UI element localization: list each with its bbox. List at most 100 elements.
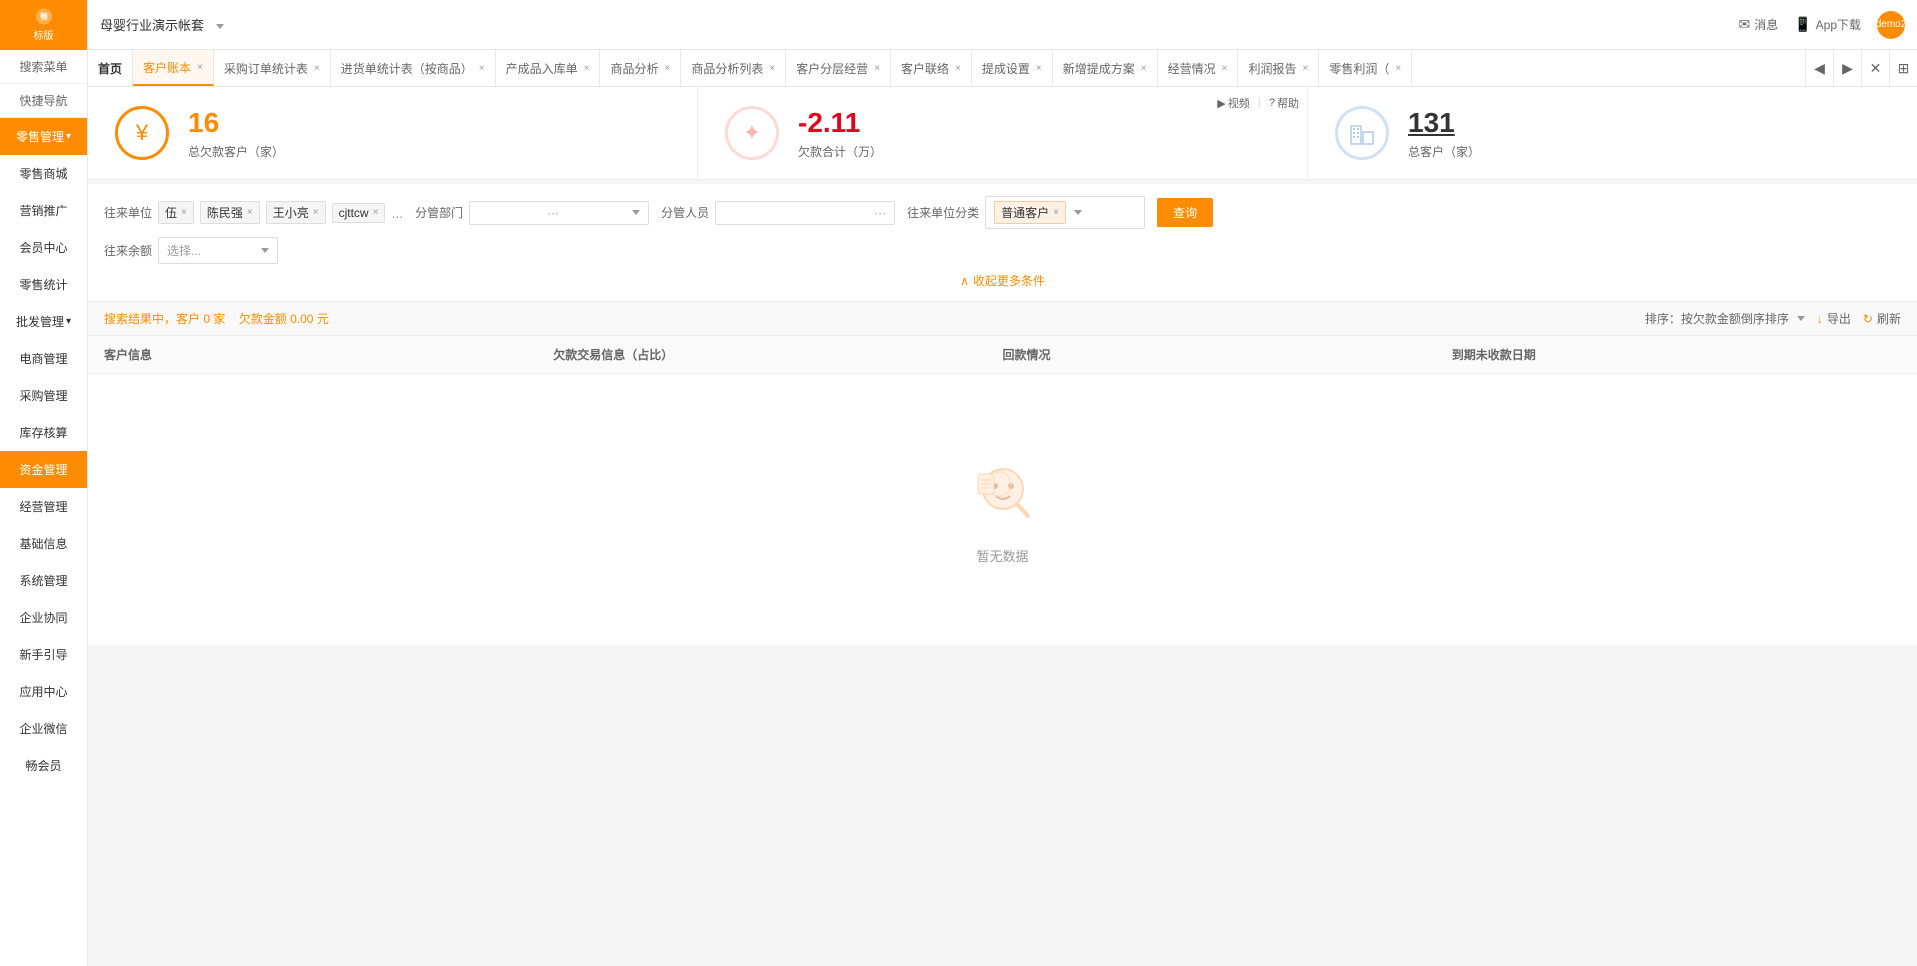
tab-close-operation-status[interactable]: × (1222, 63, 1228, 74)
refresh-button[interactable]: ↻ 刷新 (1863, 310, 1901, 327)
dept-filter-label: 分管部门 (415, 204, 463, 221)
sidebar-item-system-mgmt[interactable]: 系统管理 (0, 562, 87, 599)
sort-selector[interactable]: 排序：按欠款金额倒序排序 (1645, 310, 1805, 327)
sidebar-item-retail-mgmt[interactable]: 零售管理 ▾ (0, 118, 87, 155)
unit-tag-4[interactable]: cjttcw × (332, 203, 386, 223)
tab-purchase-stats-by-product[interactable]: 进货单统计表（按商品） × (331, 50, 496, 86)
unit-tags-more[interactable]: ... (391, 205, 403, 221)
unit-tag-1-close[interactable]: × (181, 207, 187, 218)
tab-close-product-in-stock[interactable]: × (584, 63, 590, 74)
account-selector[interactable]: 母婴行业演示帐套 (100, 15, 204, 34)
sidebar-item-retail-stats[interactable]: 零售统计 (0, 266, 87, 303)
tab-close-product-analysis-list[interactable]: × (769, 63, 775, 74)
user-profile[interactable]: demo2 (1877, 11, 1905, 39)
empty-illustration (963, 454, 1043, 534)
tab-profit-report[interactable]: 利润报告 × (1238, 50, 1319, 86)
app-download-button[interactable]: 📱 App下载 (1794, 16, 1861, 33)
tab-close-profit-report[interactable]: × (1302, 63, 1308, 74)
collapse-filters-button[interactable]: ∧ 收起更多条件 (104, 272, 1901, 289)
unit-tag-4-close[interactable]: × (373, 207, 379, 218)
avatar: demo2 (1877, 11, 1905, 39)
tab-customer-segment[interactable]: 客户分层经营 × (786, 50, 891, 86)
tab-purchase-order-stats[interactable]: 采购订单统计表 × (214, 50, 331, 86)
sidebar-item-wholesale-mgmt[interactable]: 批发管理 ▾ (0, 303, 87, 340)
dept-select[interactable]: ··· (469, 201, 649, 225)
sidebar-item-new-guide[interactable]: 新手引导 (0, 636, 87, 673)
sidebar-item-ecommerce[interactable]: 电商管理 (0, 340, 87, 377)
tab-close-customer-contact[interactable]: × (955, 63, 961, 74)
tab-close-purchase-order-stats[interactable]: × (314, 63, 320, 74)
help-link[interactable]: ? 帮助 (1269, 95, 1299, 111)
unit-tag-3-close[interactable]: × (313, 207, 319, 218)
person-select-dots: ··· (874, 206, 886, 220)
tab-operation-status[interactable]: 经营情况 × (1158, 50, 1239, 86)
sidebar-item-member-center[interactable]: 会员中心 (0, 229, 87, 266)
help-icon: ? (1269, 97, 1275, 109)
person-select[interactable]: ··· (715, 201, 895, 225)
account-selector-arrow[interactable] (212, 18, 224, 32)
tab-retail-profit[interactable]: 零售利润（ × (1319, 50, 1412, 86)
tab-customer-ledger[interactable]: 客户账本 × (133, 50, 214, 86)
tab-home[interactable]: 首页 (88, 50, 133, 86)
unit-type-select[interactable]: 普通客户 × (985, 196, 1145, 229)
unit-tag-1[interactable]: 伍 × (158, 201, 194, 224)
person-filter-label: 分管人员 (661, 204, 709, 221)
credit-amount-number: -2.11 (798, 107, 882, 139)
tab-close-purchase-stats-by-product[interactable]: × (479, 63, 485, 74)
play-icon: ▶ (1217, 97, 1225, 110)
message-button[interactable]: ✉ 消息 (1738, 16, 1778, 33)
sidebar-item-capital-mgmt[interactable]: 资金管理 (0, 451, 87, 488)
sidebar-item-app-center[interactable]: 应用中心 (0, 673, 87, 710)
sidebar-item-purchase[interactable]: 采购管理 (0, 377, 87, 414)
sidebar-item-marketing[interactable]: 营销推广 (0, 192, 87, 229)
tab-close-retail-profit[interactable]: × (1395, 63, 1401, 74)
sidebar-item-enterprise-coop[interactable]: 企业协同 (0, 599, 87, 636)
tab-close-product-analysis[interactable]: × (664, 63, 670, 74)
tab-product-analysis-list[interactable]: 商品分析列表 × (681, 50, 786, 86)
tab-close-customer-ledger[interactable]: × (197, 62, 203, 73)
video-link[interactable]: ▶ 视频 (1217, 95, 1249, 111)
tab-close-all-button[interactable]: ✕ (1861, 50, 1889, 86)
tab-close-new-reminder-plan[interactable]: × (1141, 63, 1147, 74)
sidebar-item-retail-mall[interactable]: 零售商城 (0, 155, 87, 192)
sidebar-item-vip-member[interactable]: 畅会员 (0, 747, 87, 784)
tab-product-analysis[interactable]: 商品分析 × (600, 50, 681, 86)
tab-reminder-settings[interactable]: 提成设置 × (972, 50, 1053, 86)
refresh-icon: ↻ (1863, 312, 1873, 326)
remainder-select[interactable]: 选择... (158, 237, 278, 264)
col-repayment: 回款情况 (1003, 346, 1452, 363)
unit-filter: 往来单位 伍 × 陈民强 × 王小亮 × (104, 201, 403, 224)
person-filter: 分管人员 ··· (661, 201, 895, 225)
unit-type-tag-close[interactable]: × (1053, 207, 1059, 218)
tab-prev-button[interactable]: ◀ (1805, 50, 1833, 86)
sidebar-item-operation-mgmt[interactable]: 经营管理 (0, 488, 87, 525)
tab-close-reminder-settings[interactable]: × (1036, 63, 1042, 74)
sidebar-item-basic-info[interactable]: 基础信息 (0, 525, 87, 562)
message-icon: ✉ (1738, 16, 1750, 33)
unit-tag-2[interactable]: 陈民强 × (200, 201, 260, 224)
sidebar-item-quick-nav[interactable]: 快捷导航 (0, 84, 87, 118)
tab-customer-contact[interactable]: 客户联络 × (891, 50, 972, 86)
credit-amount-label: 欠款合计（万） (798, 143, 882, 160)
query-button[interactable]: 查询 (1157, 198, 1213, 227)
page-content: ¥ 16 总欠款客户（家） ✦ -2.11 欠款合计（万） ▶ (88, 87, 1917, 966)
unit-type-tag-1[interactable]: 普通客户 × (994, 201, 1066, 224)
col-credit-info: 欠款交易信息（占比） (553, 346, 1002, 363)
tab-expand-button[interactable]: ⊞ (1889, 50, 1917, 86)
sidebar-item-inventory[interactable]: 库存核算 (0, 414, 87, 451)
tab-close-customer-segment[interactable]: × (874, 63, 880, 74)
tab-next-button[interactable]: ▶ (1833, 50, 1861, 86)
stat-text-total: 131 总客户（家） (1408, 107, 1480, 160)
unit-tag-2-close[interactable]: × (247, 207, 253, 218)
tab-product-in-stock[interactable]: 产成品入库单 × (496, 50, 601, 86)
sidebar-item-enterprise-wx[interactable]: 企业微信 (0, 710, 87, 747)
unit-tag-3[interactable]: 王小亮 × (266, 201, 326, 224)
sidebar-item-search-menu[interactable]: 搜索菜单 (0, 50, 87, 84)
total-customers-number[interactable]: 131 (1408, 107, 1480, 139)
chevron-down-icon-2: ▾ (66, 316, 71, 327)
filter-row-1: 往来单位 伍 × 陈民强 × 王小亮 × (104, 196, 1901, 229)
stat-help-links: ▶ 视频 | ? 帮助 (1217, 95, 1299, 111)
tab-new-reminder-plan[interactable]: 新增提成方案 × (1053, 50, 1158, 86)
export-button[interactable]: ↓ 导出 (1817, 310, 1851, 327)
dept-select-dots: ··· (547, 206, 559, 220)
